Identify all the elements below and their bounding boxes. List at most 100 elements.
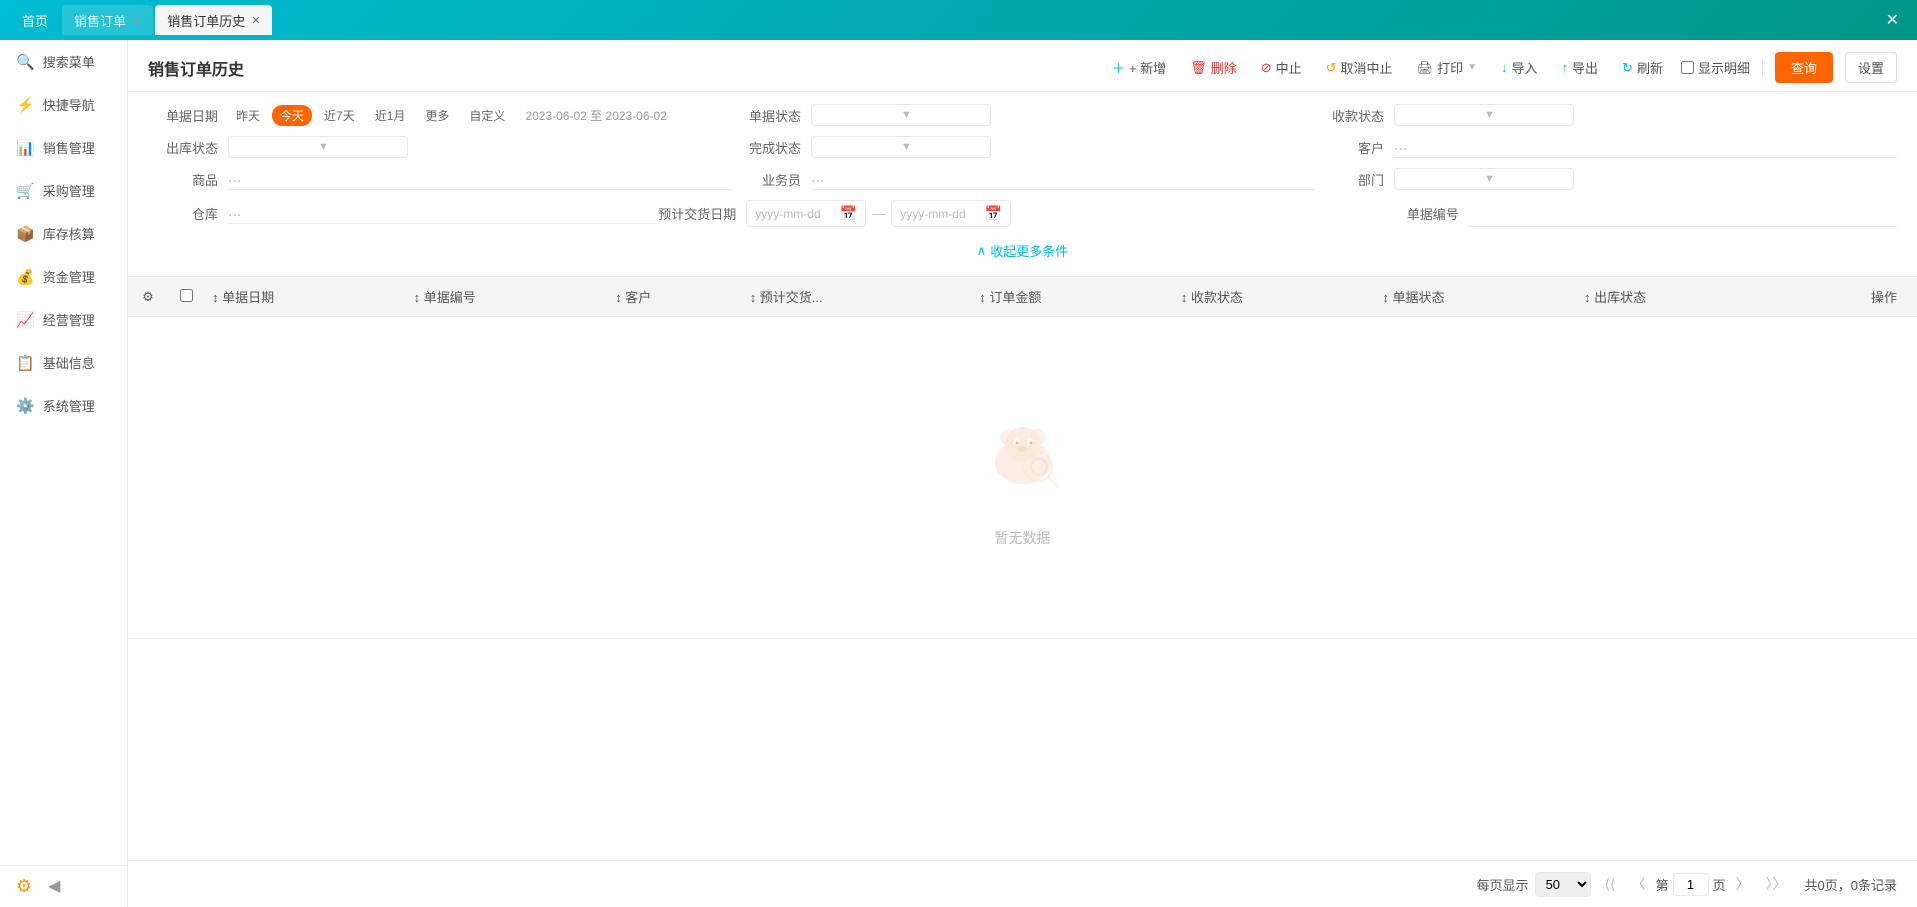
th-doc-date[interactable]: ↕ 单据日期: [204, 277, 406, 317]
receipt-status-select[interactable]: ▼: [1394, 104, 1574, 126]
empty-icon: [973, 407, 1073, 516]
delete-button[interactable]: 🗑 删除: [1184, 54, 1243, 81]
th-customer[interactable]: ↕ 客户: [607, 277, 742, 317]
th-customer-label: ↕ 客户: [615, 290, 651, 305]
th-delivery-date-label: ↕ 预计交货...: [750, 290, 823, 305]
delivery-date-end-text: yyyy-mm-dd: [900, 207, 965, 221]
department-select[interactable]: ▼: [1394, 168, 1574, 190]
sidebar-item-sys-mgmt[interactable]: ⚙️ 系统管理: [0, 384, 127, 427]
th-out-status[interactable]: ↕ 出库状态: [1576, 277, 1778, 317]
sidebar-item-inventory[interactable]: 📦 库存核算: [0, 212, 127, 255]
import-button[interactable]: ↓ 导入: [1495, 54, 1544, 81]
refresh-button[interactable]: ↻ 刷新: [1616, 54, 1669, 81]
tab-sales-order-close[interactable]: ✕: [132, 14, 141, 27]
delivery-date-label: 预计交货日期: [656, 204, 746, 223]
complete-status-arrow: ▼: [901, 141, 982, 153]
tab-sales-order-history-label: 销售订单历史: [167, 11, 245, 30]
customer-dots[interactable]: ...: [1394, 137, 1407, 155]
new-icon: ＋: [1112, 58, 1125, 77]
query-button[interactable]: 查询: [1775, 52, 1833, 83]
content-area: 销售订单历史 ＋ + 新增 🗑 删除 ⊘ 中止 ↺ 取消中止: [128, 40, 1917, 907]
date-btn-yesterday[interactable]: 昨天: [228, 105, 268, 126]
print-dropdown-icon: ▼: [1467, 62, 1477, 73]
empty-state-cell: 暂无数据: [128, 317, 1917, 639]
sidebar-settings-icon[interactable]: ⚙: [16, 876, 32, 897]
next-page-button[interactable]: 〉: [1730, 871, 1756, 897]
delivery-date-start-text: yyyy-mm-dd: [755, 207, 820, 221]
sidebar-collapse-icon[interactable]: ◀: [48, 876, 60, 897]
sidebar-item-search-menu[interactable]: 🔍 搜索菜单: [0, 40, 127, 83]
th-receipt-status[interactable]: ↕ 收款状态: [1173, 277, 1375, 317]
date-separator: —: [872, 206, 885, 221]
page-label: 第: [1656, 875, 1669, 894]
export-button[interactable]: ↑ 导出: [1556, 54, 1605, 81]
window-close-button[interactable]: ✕: [1878, 6, 1907, 34]
gear-icon: ⚙: [142, 289, 154, 304]
receipt-status-label: 收款状态: [1314, 106, 1394, 125]
sidebar-item-sales-mgmt[interactable]: 📊 销售管理: [0, 126, 127, 169]
tab-sales-order-history-close[interactable]: ✕: [251, 14, 260, 27]
sidebar-item-operations-label: 经营管理: [43, 310, 95, 329]
date-btn-1month[interactable]: 近1月: [367, 105, 414, 126]
tab-sales-order[interactable]: 销售订单 ✕: [62, 5, 153, 35]
doc-status-select[interactable]: ▼: [811, 104, 991, 126]
th-doc-number-label: ↕ 单据编号: [414, 290, 476, 305]
sidebar-item-finance[interactable]: 💰 资金管理: [0, 255, 127, 298]
last-page-button[interactable]: 〉〉: [1760, 871, 1793, 897]
goods-dots[interactable]: ...: [228, 169, 241, 187]
page-header: 销售订单历史 ＋ + 新增 🗑 删除 ⊘ 中止 ↺ 取消中止: [128, 40, 1917, 92]
settings-button[interactable]: 设置: [1845, 52, 1897, 83]
collapse-button[interactable]: ∧ 收起更多条件: [148, 237, 1897, 264]
date-btn-custom[interactable]: 自定义: [461, 105, 513, 126]
th-settings[interactable]: ⚙: [128, 277, 168, 317]
print-button[interactable]: 🖨 打印 ▼: [1411, 54, 1483, 81]
th-doc-status[interactable]: ↕ 单据状态: [1374, 277, 1576, 317]
th-checkbox[interactable]: [168, 277, 204, 317]
sidebar-item-basic-info-label: 基础信息: [43, 353, 95, 372]
doc-status-arrow: ▼: [901, 109, 982, 121]
sidebar-item-basic-info[interactable]: 📋 基础信息: [0, 341, 127, 384]
date-btn-7days[interactable]: 近7天: [316, 105, 363, 126]
refresh-icon: ↻: [1622, 60, 1633, 76]
sidebar-item-operations[interactable]: 📈 经营管理: [0, 298, 127, 341]
display-detail-checkbox[interactable]: [1681, 61, 1694, 74]
tab-home[interactable]: 首页: [10, 5, 60, 35]
th-delivery-date[interactable]: ↕ 预计交货...: [742, 277, 972, 317]
operations-icon: 📈: [16, 311, 35, 329]
per-page-select[interactable]: 10 20 50 100: [1535, 872, 1591, 897]
filter-row-1: 单据日期 昨天 今天 近7天 近1月 更多 自定义 2023-06-02 至 2…: [148, 104, 1897, 126]
new-button[interactable]: ＋ + 新增: [1106, 54, 1172, 81]
date-btn-today[interactable]: 今天: [272, 105, 312, 126]
warehouse-label: 仓库: [148, 204, 228, 223]
page-number-input[interactable]: [1673, 873, 1709, 896]
sidebar-item-quick-nav[interactable]: ⚡ 快捷导航: [0, 83, 127, 126]
sys-mgmt-icon: ⚙️: [16, 397, 35, 415]
delivery-date-end-input[interactable]: yyyy-mm-dd 📅: [891, 200, 1011, 227]
th-doc-number[interactable]: ↕ 单据编号: [406, 277, 608, 317]
basic-info-icon: 📋: [16, 354, 35, 372]
prev-page-button[interactable]: 〈: [1626, 871, 1652, 897]
salesperson-dots[interactable]: ...: [811, 169, 824, 187]
purchase-mgmt-icon: 🛒: [16, 182, 35, 200]
doc-number-input[interactable]: [1469, 201, 1897, 224]
th-receipt-status-label: ↕ 收款状态: [1181, 290, 1243, 305]
cancel-stop-button[interactable]: ↺ 取消中止: [1320, 54, 1399, 81]
doc-status-label: 单据状态: [731, 106, 811, 125]
warehouse-dots[interactable]: ...: [228, 203, 241, 221]
th-order-amount[interactable]: ↕ 订单金额: [971, 277, 1173, 317]
complete-status-select[interactable]: ▼: [811, 136, 991, 158]
tab-sales-order-history[interactable]: 销售订单历史 ✕: [155, 5, 272, 35]
th-doc-date-label: ↕ 单据日期: [212, 290, 274, 305]
select-all-checkbox[interactable]: [180, 289, 193, 302]
date-btn-more[interactable]: 更多: [417, 105, 457, 126]
delivery-date-start-input[interactable]: yyyy-mm-dd 📅: [746, 200, 866, 227]
out-status-select[interactable]: ▼: [228, 136, 408, 158]
empty-state: 暂无数据: [136, 327, 1909, 628]
sidebar-item-search-menu-label: 搜索菜单: [43, 52, 95, 71]
stop-button[interactable]: ⊘ 中止: [1255, 54, 1308, 81]
sidebar-item-purchase-mgmt[interactable]: 🛒 采购管理: [0, 169, 127, 212]
page-suffix: 页: [1713, 875, 1726, 894]
display-detail-label[interactable]: 显示明细: [1681, 58, 1750, 77]
first-page-button[interactable]: ⟨⟨: [1599, 873, 1622, 896]
salesperson-label: 业务员: [731, 170, 811, 189]
